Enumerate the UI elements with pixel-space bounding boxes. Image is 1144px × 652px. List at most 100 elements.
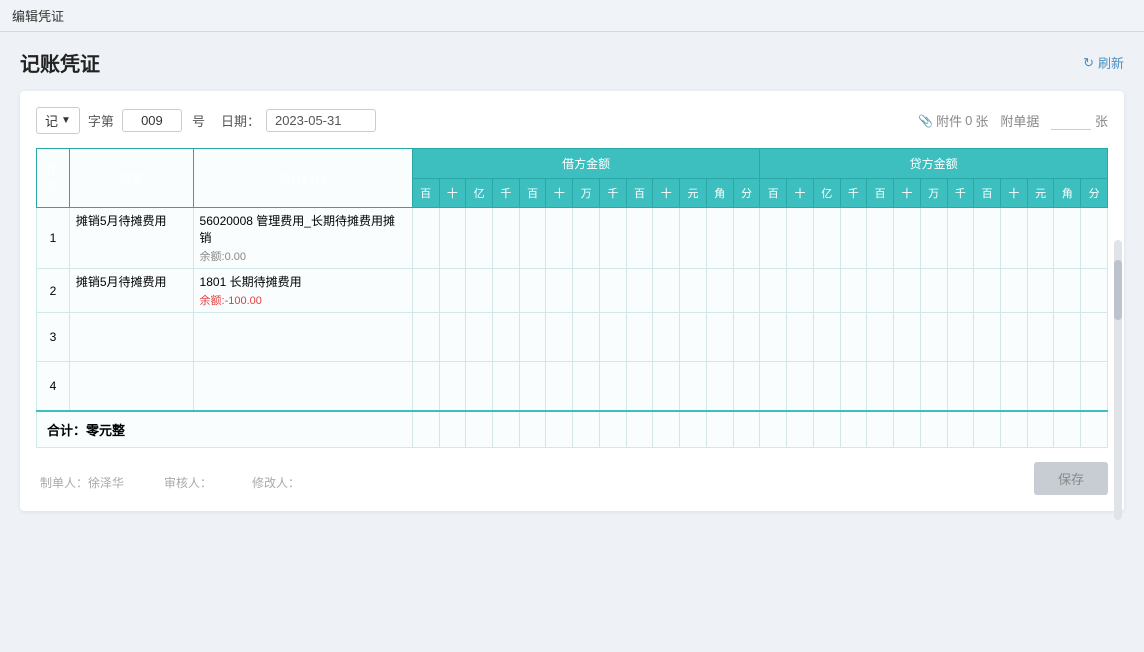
cell-credit-9[interactable] bbox=[1000, 362, 1027, 412]
cell-debit-7[interactable] bbox=[599, 313, 626, 362]
cell-credit-10[interactable] bbox=[1027, 208, 1054, 269]
cell-credit-5[interactable] bbox=[894, 208, 921, 269]
cell-credit-4[interactable] bbox=[867, 269, 894, 313]
save-button[interactable]: 保存 bbox=[1034, 462, 1108, 495]
cell-debit-6[interactable] bbox=[573, 362, 600, 412]
cell-credit-2[interactable] bbox=[813, 208, 840, 269]
cell-debit-2[interactable] bbox=[466, 208, 493, 269]
cell-debit-12[interactable] bbox=[733, 313, 760, 362]
cell-debit-9[interactable] bbox=[653, 269, 680, 313]
cell-debit-4[interactable] bbox=[519, 362, 546, 412]
cell-debit-1[interactable] bbox=[439, 313, 466, 362]
cell-debit-2[interactable] bbox=[466, 362, 493, 412]
cell-debit-3[interactable] bbox=[493, 362, 520, 412]
cell-account[interactable]: 1801 长期待摊费用余额:-100.00 bbox=[193, 269, 412, 313]
cell-debit-10[interactable] bbox=[680, 208, 707, 269]
voucher-number-input[interactable] bbox=[122, 109, 182, 132]
refresh-button[interactable]: ↻ 刷新 bbox=[1083, 53, 1124, 72]
cell-credit-6[interactable] bbox=[920, 313, 947, 362]
cell-credit-1[interactable] bbox=[787, 208, 814, 269]
cell-account[interactable] bbox=[193, 362, 412, 412]
cell-credit-0[interactable] bbox=[760, 208, 787, 269]
cell-debit-8[interactable] bbox=[626, 313, 653, 362]
cell-credit-12[interactable] bbox=[1081, 269, 1108, 313]
cell-credit-12[interactable] bbox=[1081, 313, 1108, 362]
cell-credit-9[interactable] bbox=[1000, 208, 1027, 269]
cell-debit-12[interactable] bbox=[733, 362, 760, 412]
cell-credit-2[interactable] bbox=[813, 269, 840, 313]
cell-credit-3[interactable] bbox=[840, 313, 867, 362]
cell-credit-9[interactable] bbox=[1000, 269, 1027, 313]
cell-debit-6[interactable] bbox=[573, 269, 600, 313]
cell-debit-9[interactable] bbox=[653, 313, 680, 362]
cell-credit-1[interactable] bbox=[787, 362, 814, 412]
cell-credit-8[interactable] bbox=[974, 362, 1001, 412]
cell-summary[interactable] bbox=[69, 362, 193, 412]
scrollbar[interactable] bbox=[1114, 240, 1122, 520]
cell-debit-0[interactable] bbox=[412, 362, 439, 412]
cell-debit-11[interactable] bbox=[706, 362, 733, 412]
cell-account[interactable]: 56020008 管理费用_长期待摊费用摊销余额:0.00 bbox=[193, 208, 412, 269]
cell-credit-5[interactable] bbox=[894, 269, 921, 313]
cell-debit-3[interactable] bbox=[493, 269, 520, 313]
cell-credit-12[interactable] bbox=[1081, 362, 1108, 412]
cell-credit-5[interactable] bbox=[894, 313, 921, 362]
cell-debit-0[interactable] bbox=[412, 269, 439, 313]
type-dropdown[interactable]: 记 ▼ bbox=[36, 107, 80, 134]
cell-credit-4[interactable] bbox=[867, 208, 894, 269]
scrollbar-thumb[interactable] bbox=[1114, 260, 1122, 320]
cell-debit-10[interactable] bbox=[680, 269, 707, 313]
cell-debit-8[interactable] bbox=[626, 208, 653, 269]
cell-credit-3[interactable] bbox=[840, 269, 867, 313]
cell-credit-8[interactable] bbox=[974, 208, 1001, 269]
cell-credit-6[interactable] bbox=[920, 362, 947, 412]
cell-credit-2[interactable] bbox=[813, 362, 840, 412]
cell-debit-6[interactable] bbox=[573, 313, 600, 362]
cell-debit-2[interactable] bbox=[466, 313, 493, 362]
cell-debit-7[interactable] bbox=[599, 208, 626, 269]
attachment-link[interactable]: 📎 附件 0 张 bbox=[918, 111, 988, 130]
cell-credit-4[interactable] bbox=[867, 362, 894, 412]
cell-credit-11[interactable] bbox=[1054, 269, 1081, 313]
date-input[interactable] bbox=[266, 109, 376, 132]
cell-debit-2[interactable] bbox=[466, 269, 493, 313]
cell-credit-9[interactable] bbox=[1000, 313, 1027, 362]
cell-credit-10[interactable] bbox=[1027, 362, 1054, 412]
cell-credit-11[interactable] bbox=[1054, 208, 1081, 269]
zhang-input[interactable] bbox=[1051, 114, 1091, 130]
cell-credit-10[interactable] bbox=[1027, 269, 1054, 313]
cell-credit-3[interactable] bbox=[840, 208, 867, 269]
cell-debit-11[interactable] bbox=[706, 313, 733, 362]
cell-debit-5[interactable] bbox=[546, 362, 573, 412]
cell-debit-12[interactable] bbox=[733, 208, 760, 269]
cell-credit-5[interactable] bbox=[894, 362, 921, 412]
cell-debit-8[interactable] bbox=[626, 362, 653, 412]
cell-credit-6[interactable] bbox=[920, 208, 947, 269]
cell-debit-10[interactable] bbox=[680, 362, 707, 412]
cell-credit-0[interactable] bbox=[760, 313, 787, 362]
cell-debit-1[interactable] bbox=[439, 362, 466, 412]
cell-debit-0[interactable] bbox=[412, 208, 439, 269]
cell-credit-10[interactable] bbox=[1027, 313, 1054, 362]
cell-debit-9[interactable] bbox=[653, 362, 680, 412]
cell-debit-6[interactable] bbox=[573, 208, 600, 269]
cell-summary[interactable]: 摊销5月待摊费用 bbox=[69, 269, 193, 313]
cell-credit-7[interactable] bbox=[947, 269, 974, 313]
cell-debit-3[interactable] bbox=[493, 313, 520, 362]
cell-debit-3[interactable] bbox=[493, 208, 520, 269]
cell-debit-11[interactable] bbox=[706, 208, 733, 269]
cell-credit-0[interactable] bbox=[760, 362, 787, 412]
cell-credit-3[interactable] bbox=[840, 362, 867, 412]
cell-debit-7[interactable] bbox=[599, 362, 626, 412]
cell-credit-7[interactable] bbox=[947, 208, 974, 269]
cell-credit-6[interactable] bbox=[920, 269, 947, 313]
cell-credit-11[interactable] bbox=[1054, 313, 1081, 362]
cell-credit-4[interactable] bbox=[867, 313, 894, 362]
cell-debit-5[interactable] bbox=[546, 269, 573, 313]
cell-credit-11[interactable] bbox=[1054, 362, 1081, 412]
cell-debit-9[interactable] bbox=[653, 208, 680, 269]
cell-credit-7[interactable] bbox=[947, 362, 974, 412]
cell-debit-10[interactable] bbox=[680, 313, 707, 362]
cell-debit-5[interactable] bbox=[546, 208, 573, 269]
cell-debit-0[interactable] bbox=[412, 313, 439, 362]
